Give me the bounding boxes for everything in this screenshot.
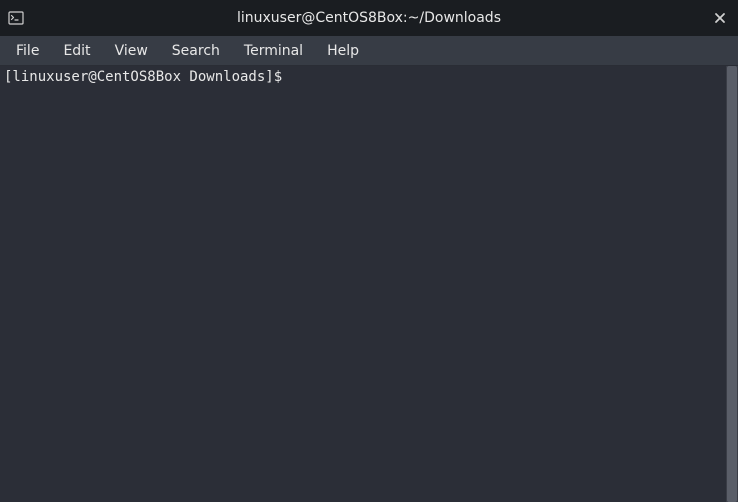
terminal-icon [8,10,24,26]
menubar: File Edit View Search Terminal Help [0,36,738,66]
menu-edit[interactable]: Edit [51,39,102,63]
terminal-container: [linuxuser@CentOS8Box Downloads]$ [0,66,738,502]
window-titlebar: linuxuser@CentOS8Box:~/Downloads [0,0,738,36]
menu-help[interactable]: Help [315,39,371,63]
menu-view[interactable]: View [103,39,160,63]
terminal-area[interactable]: [linuxuser@CentOS8Box Downloads]$ [0,66,726,502]
window-title: linuxuser@CentOS8Box:~/Downloads [0,10,738,26]
menu-search[interactable]: Search [160,39,232,63]
scrollbar[interactable] [726,66,738,502]
scrollbar-thumb[interactable] [727,66,737,502]
menu-terminal[interactable]: Terminal [232,39,315,63]
menu-file[interactable]: File [4,39,51,63]
close-button[interactable] [710,8,730,28]
terminal-prompt: [linuxuser@CentOS8Box Downloads]$ [4,68,722,86]
